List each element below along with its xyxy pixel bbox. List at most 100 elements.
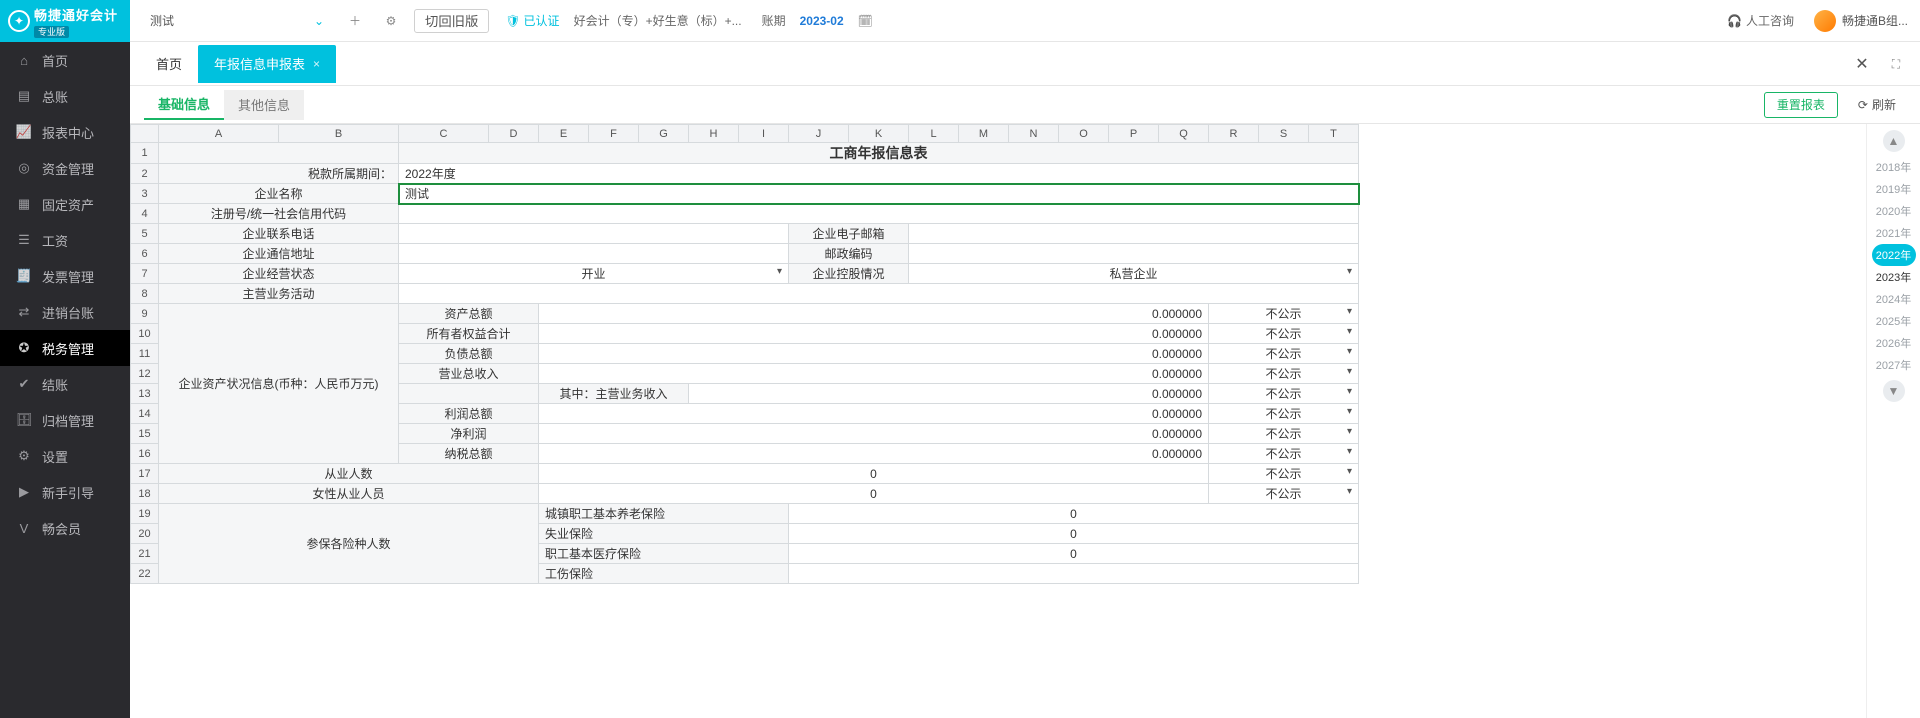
col-N[interactable]: N bbox=[1009, 125, 1059, 143]
close-all-tabs[interactable]: ✕ bbox=[1850, 52, 1874, 76]
col-I[interactable]: I bbox=[739, 125, 789, 143]
subtab-other[interactable]: 其他信息 bbox=[224, 90, 304, 120]
cell-liabilities[interactable]: 0.000000 bbox=[539, 344, 1209, 364]
disclosure-11[interactable]: 不公示 bbox=[1209, 344, 1359, 364]
user-name: 畅捷通B组... bbox=[1842, 12, 1908, 29]
col-corner[interactable] bbox=[131, 125, 159, 143]
select-status[interactable]: 开业 bbox=[399, 264, 789, 284]
year-2019年[interactable]: 2019年 bbox=[1872, 178, 1916, 200]
year-2026年[interactable]: 2026年 bbox=[1872, 332, 1916, 354]
cell-postcode[interactable] bbox=[909, 244, 1359, 264]
year-2024年[interactable]: 2024年 bbox=[1872, 288, 1916, 310]
sidebar-item-tax[interactable]: ✪税务管理 bbox=[0, 330, 130, 366]
settings-icon[interactable]: ⚙ bbox=[378, 8, 404, 34]
calendar-icon[interactable]: 🗓 bbox=[858, 14, 873, 28]
user-menu[interactable]: 畅捷通B组... bbox=[1814, 10, 1908, 32]
col-E[interactable]: E bbox=[539, 125, 589, 143]
col-S[interactable]: S bbox=[1259, 125, 1309, 143]
tax-period-value[interactable]: 2022年度 bbox=[399, 164, 1359, 184]
col-R[interactable]: R bbox=[1209, 125, 1259, 143]
sidebar-item-fund[interactable]: ◎资金管理 bbox=[0, 150, 130, 186]
cell-mainbiz[interactable] bbox=[399, 284, 1359, 304]
disclosure-10[interactable]: 不公示 bbox=[1209, 324, 1359, 344]
col-P[interactable]: P bbox=[1109, 125, 1159, 143]
sidebar-item-settings[interactable]: ⚙设置 bbox=[0, 438, 130, 474]
cell-female-employees[interactable]: 0 bbox=[539, 484, 1209, 504]
sidebar-item-guide[interactable]: ▶新手引导 bbox=[0, 474, 130, 510]
sidebar-item-salary[interactable]: ☰工资 bbox=[0, 222, 130, 258]
col-A[interactable]: A bbox=[159, 125, 279, 143]
cell-total-assets[interactable]: 0.000000 bbox=[539, 304, 1209, 324]
cell-ins-medical[interactable]: 0 bbox=[789, 544, 1359, 564]
col-O[interactable]: O bbox=[1059, 125, 1109, 143]
disclosure-18[interactable]: 不公示 bbox=[1209, 484, 1359, 504]
disclosure-16[interactable]: 不公示 bbox=[1209, 444, 1359, 464]
cell-net-profit[interactable]: 0.000000 bbox=[539, 424, 1209, 444]
cell-ins-injury[interactable] bbox=[789, 564, 1359, 584]
year-2023年[interactable]: 2023年 bbox=[1872, 266, 1916, 288]
col-G[interactable]: G bbox=[639, 125, 689, 143]
sidebar-item-home[interactable]: ⌂首页 bbox=[0, 42, 130, 78]
disclosure-15[interactable]: 不公示 bbox=[1209, 424, 1359, 444]
year-down-button[interactable]: ▼ bbox=[1883, 380, 1905, 402]
col-Q[interactable]: Q bbox=[1159, 125, 1209, 143]
cell-ins-pension[interactable]: 0 bbox=[789, 504, 1359, 524]
reset-report-button[interactable]: 重置报表 bbox=[1764, 92, 1838, 118]
year-2018年[interactable]: 2018年 bbox=[1872, 156, 1916, 178]
year-2020年[interactable]: 2020年 bbox=[1872, 200, 1916, 222]
col-B[interactable]: B bbox=[279, 125, 399, 143]
col-F[interactable]: F bbox=[589, 125, 639, 143]
year-2027年[interactable]: 2027年 bbox=[1872, 354, 1916, 376]
year-2025年[interactable]: 2025年 bbox=[1872, 310, 1916, 332]
year-up-button[interactable]: ▲ bbox=[1883, 130, 1905, 152]
cell-reg-code[interactable] bbox=[399, 204, 1359, 224]
cell-company[interactable]: 测试 bbox=[399, 184, 1359, 204]
cell-main-revenue[interactable]: 0.000000 bbox=[689, 384, 1209, 404]
switch-old-button[interactable]: 切回旧版 bbox=[414, 9, 489, 33]
cell-address[interactable] bbox=[399, 244, 789, 264]
col-K[interactable]: K bbox=[849, 125, 909, 143]
refresh-button[interactable]: ⟳ 刷新 bbox=[1848, 92, 1906, 118]
year-2022年[interactable]: 2022年 bbox=[1872, 244, 1916, 266]
col-L[interactable]: L bbox=[909, 125, 959, 143]
cell-equity[interactable]: 0.000000 bbox=[539, 324, 1209, 344]
disclosure-12[interactable]: 不公示 bbox=[1209, 364, 1359, 384]
cell-email[interactable] bbox=[909, 224, 1359, 244]
sidebar-item-vip[interactable]: V畅会员 bbox=[0, 510, 130, 546]
cell-phone[interactable] bbox=[399, 224, 789, 244]
disclosure-9[interactable]: 不公示 bbox=[1209, 304, 1359, 324]
fullscreen-icon[interactable]: ⛶ bbox=[1884, 52, 1908, 76]
sidebar-item-chart[interactable]: 📈报表中心 bbox=[0, 114, 130, 150]
sidebar-item-ledger[interactable]: ▤总账 bbox=[0, 78, 130, 114]
sidebar-item-invoice[interactable]: 🧾发票管理 bbox=[0, 258, 130, 294]
cell-employees[interactable]: 0 bbox=[539, 464, 1209, 484]
close-icon[interactable]: × bbox=[313, 57, 320, 71]
col-M[interactable]: M bbox=[959, 125, 1009, 143]
cell-total-revenue[interactable]: 0.000000 bbox=[539, 364, 1209, 384]
year-2021年[interactable]: 2021年 bbox=[1872, 222, 1916, 244]
select-holding[interactable]: 私营企业 bbox=[909, 264, 1359, 284]
disclosure-13[interactable]: 不公示 bbox=[1209, 384, 1359, 404]
period-value[interactable]: 2023-02 bbox=[800, 14, 844, 28]
disclosure-17[interactable]: 不公示 bbox=[1209, 464, 1359, 484]
disclosure-14[interactable]: 不公示 bbox=[1209, 404, 1359, 424]
customer-service[interactable]: 🎧 人工咨询 bbox=[1727, 12, 1794, 29]
cell-tax-total[interactable]: 0.000000 bbox=[539, 444, 1209, 464]
tab-annual-report[interactable]: 年报信息申报表 × bbox=[198, 45, 336, 83]
sidebar-item-asset[interactable]: ▦固定资产 bbox=[0, 186, 130, 222]
cell-ins-unemployment[interactable]: 0 bbox=[789, 524, 1359, 544]
add-company-button[interactable]: ＋ bbox=[342, 8, 368, 34]
sidebar-item-archive[interactable]: 🗄归档管理 bbox=[0, 402, 130, 438]
tab-home[interactable]: 首页 bbox=[140, 45, 198, 83]
cell-profit[interactable]: 0.000000 bbox=[539, 404, 1209, 424]
subtab-basic[interactable]: 基础信息 bbox=[144, 90, 224, 120]
col-H[interactable]: H bbox=[689, 125, 739, 143]
sheet-scroll[interactable]: ABCDEFGHIJKLMNOPQRST 1工商年报信息表 2税款所属期间：20… bbox=[130, 124, 1866, 718]
col-T[interactable]: T bbox=[1309, 125, 1359, 143]
col-C[interactable]: C bbox=[399, 125, 489, 143]
company-selector[interactable]: 测试 ⌄ bbox=[142, 8, 332, 34]
col-J[interactable]: J bbox=[789, 125, 849, 143]
col-D[interactable]: D bbox=[489, 125, 539, 143]
sidebar-item-close[interactable]: ✔结账 bbox=[0, 366, 130, 402]
sidebar-item-stock[interactable]: ⇄进销台账 bbox=[0, 294, 130, 330]
